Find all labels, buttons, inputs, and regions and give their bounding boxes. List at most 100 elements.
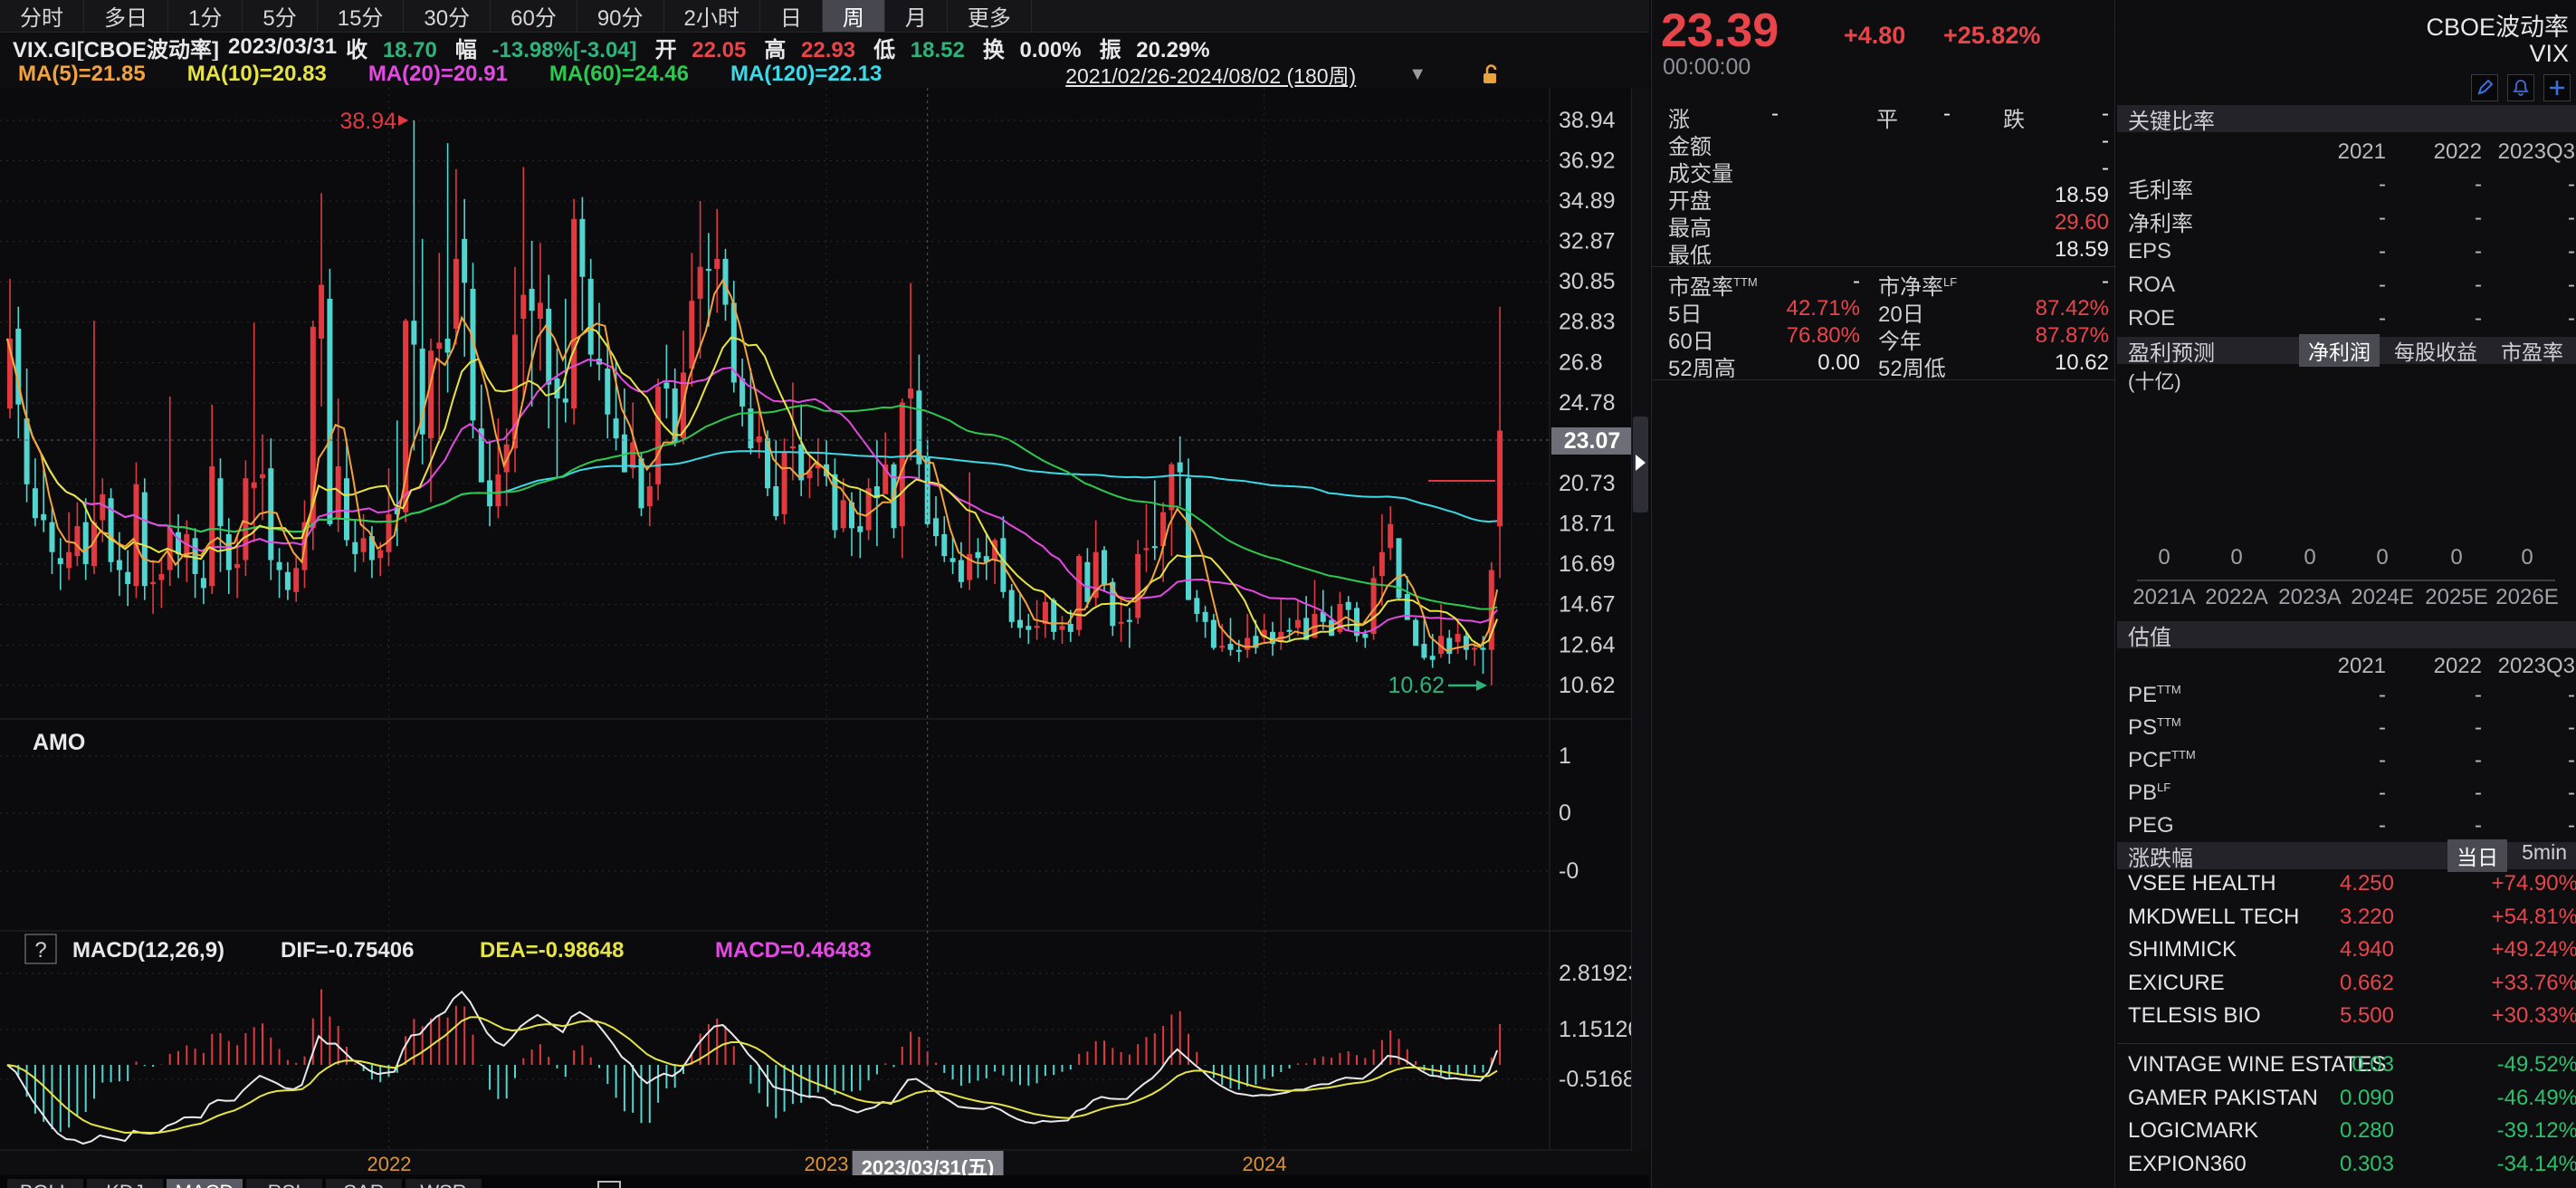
forecast-year-2025E: 2025E bbox=[2420, 585, 2493, 610]
mover-change: +49.24% bbox=[2492, 937, 2576, 963]
main-chart[interactable]: 38.9436.9234.8932.8730.8528.8326.824.782… bbox=[0, 88, 1649, 1151]
gainer-row[interactable]: EXICURE0.662+33.76% bbox=[2117, 967, 2576, 1000]
amo-axis-label: 1 bbox=[1559, 743, 1571, 769]
candlestick-macd-chart[interactable]: 38.9436.9234.8932.8730.8528.8326.824.782… bbox=[0, 88, 1649, 1151]
value-dash: - bbox=[2428, 781, 2482, 806]
price-axis-label: 34.89 bbox=[1559, 188, 1616, 214]
gainer-row[interactable]: MKDWELL TECH3.220+54.81% bbox=[2117, 901, 2576, 934]
instrument-actions bbox=[2471, 74, 2571, 101]
date-range-selector[interactable]: 2021/02/26-2024/08/02 (180周) ▼ bbox=[1065, 61, 1501, 88]
loser-row[interactable]: NUZEE INC0.060-33.48% bbox=[2117, 1181, 2576, 1188]
price-axis-label: 18.71 bbox=[1559, 512, 1616, 537]
lock-open-icon[interactable] bbox=[1479, 62, 1501, 87]
field-开: 开 22.05 bbox=[655, 32, 756, 63]
value-dash: - bbox=[2332, 748, 2386, 773]
value-dash: - bbox=[2521, 683, 2575, 708]
period-tab-更多[interactable]: 更多 bbox=[948, 0, 1032, 32]
mover-price: 0.060 bbox=[2280, 1184, 2394, 1188]
indicator-tab-WSR[interactable]: WSR bbox=[405, 1179, 482, 1188]
chevron-down-icon[interactable]: ▼ bbox=[1408, 64, 1426, 85]
gainer-row[interactable]: TELESIS BIO5.500+30.33% bbox=[2117, 1000, 2576, 1032]
value-dash: - bbox=[2521, 781, 2575, 806]
loser-row[interactable]: VINTAGE WINE ESTATES0.03-49.52% bbox=[2117, 1049, 2576, 1081]
indicator-tab-bar[interactable]: BOLL KDJ MACDRSI SARWSR bbox=[0, 1175, 1649, 1188]
add-plus-icon[interactable] bbox=[2543, 74, 2571, 101]
instrument-code: VIX bbox=[2529, 40, 2569, 68]
period-tab-5分[interactable]: 5分 bbox=[243, 0, 317, 32]
valuation-header: 估值 bbox=[2117, 621, 2576, 648]
edit-pencil-icon[interactable] bbox=[2471, 74, 2498, 101]
macd-title: MACD(12,26,9) bbox=[72, 938, 224, 963]
collapse-panel-handle[interactable] bbox=[1633, 417, 1648, 513]
period-tab-周[interactable]: 周 bbox=[823, 0, 885, 32]
hover-price-tag: 23.07 bbox=[1564, 428, 1621, 454]
period-tab-15分[interactable]: 15分 bbox=[318, 0, 405, 32]
value-dash: - bbox=[2332, 273, 2386, 298]
value-dash: - bbox=[2521, 715, 2575, 741]
indicator-tab-RSI[interactable]: RSI bbox=[246, 1179, 322, 1188]
value-dash: - bbox=[2332, 172, 2386, 197]
macd-value: MACD=0.46483 bbox=[715, 938, 872, 963]
value-dash: - bbox=[2332, 715, 2386, 741]
forecast-tab-净利润[interactable]: 净利润 bbox=[2299, 334, 2380, 367]
alert-bell-icon[interactable] bbox=[2507, 74, 2534, 101]
indicator-tab-BOLL[interactable]: BOLL bbox=[7, 1179, 83, 1188]
period-tab-月[interactable]: 月 bbox=[885, 0, 948, 32]
mover-change: -34.14% bbox=[2497, 1152, 2576, 1177]
ma-item: MA(5)=21.85 bbox=[18, 62, 146, 87]
loser-row[interactable]: EXPION3600.303-34.14% bbox=[2117, 1148, 2576, 1181]
loser-row[interactable]: LOGICMARK0.280-39.12% bbox=[2117, 1115, 2576, 1147]
forecast-year-2026E: 2026E bbox=[2491, 585, 2563, 610]
ma-line bbox=[7, 281, 1497, 651]
forecast-tab-市盈率[interactable]: 市盈率 bbox=[2492, 334, 2572, 367]
price-axis-label: 10.62 bbox=[1559, 673, 1616, 698]
macd-axis-label: 2.81923 bbox=[1559, 961, 1640, 986]
price-axis-label: 36.92 bbox=[1559, 148, 1616, 174]
gainer-row[interactable]: SHIMMICK4.940+49.24% bbox=[2117, 934, 2576, 966]
mover-price: 3.220 bbox=[2280, 905, 2394, 930]
period-tab-1分[interactable]: 1分 bbox=[168, 0, 243, 32]
price-axis-label: 16.69 bbox=[1559, 551, 1616, 577]
stats-row: 市盈率TTM-市净率LF- bbox=[1652, 269, 2116, 296]
quote-stats-table: 涨-平-跌-金额-成交量-开盘18.59最高29.60最低18.59市盈率TTM… bbox=[1652, 101, 2116, 382]
year-label-2024: 2024 bbox=[1243, 1153, 1287, 1176]
mover-name: NUZEE INC bbox=[2128, 1184, 2245, 1188]
stats-row: 60日76.80%今年87.87% bbox=[1652, 323, 2116, 350]
stats-divider bbox=[1652, 266, 2116, 267]
period-tab-多日[interactable]: 多日 bbox=[84, 0, 168, 32]
value-dash: - bbox=[2332, 239, 2386, 264]
indicator-settings-icon[interactable] bbox=[597, 1181, 621, 1188]
period-tab-分时[interactable]: 分时 bbox=[0, 0, 84, 32]
loser-row[interactable]: GAMER PAKISTAN0.090-46.49% bbox=[2117, 1082, 2576, 1115]
price-axis-label: 20.73 bbox=[1559, 471, 1616, 496]
period-tab-日[interactable]: 日 bbox=[760, 0, 823, 32]
period-tab-30分[interactable]: 30分 bbox=[404, 0, 491, 32]
value-dash: - bbox=[2521, 813, 2575, 838]
forecast-value-2021A: 0 bbox=[2137, 545, 2191, 570]
mover-change: -49.52% bbox=[2497, 1052, 2576, 1078]
date-range-text[interactable]: 2021/02/26-2024/08/02 (180周) bbox=[1065, 59, 1356, 90]
stats-row: 最高29.60 bbox=[1652, 210, 2116, 237]
forecast-year-2023A: 2023A bbox=[2274, 585, 2346, 610]
indicator-tab-SAR[interactable]: SAR bbox=[326, 1179, 402, 1188]
period-tab-90分[interactable]: 90分 bbox=[577, 0, 664, 32]
column-header-2023Q3: 2023Q3 bbox=[2448, 139, 2575, 165]
forecast-value-2023A: 0 bbox=[2283, 545, 2337, 570]
stats-row: 金额- bbox=[1652, 129, 2116, 156]
key-ratios-header: 关键比率 bbox=[2117, 105, 2576, 132]
stats-row: 52周高0.0052周低10.62 bbox=[1652, 350, 2116, 378]
value-dash: - bbox=[2521, 748, 2575, 773]
period-tab-2小时[interactable]: 2小时 bbox=[664, 0, 760, 32]
period-tab-60分[interactable]: 60分 bbox=[491, 0, 577, 32]
indicator-tab-KDJ[interactable]: KDJ bbox=[87, 1179, 163, 1188]
gainer-row[interactable]: VSEE HEALTH4.250+74.90% bbox=[2117, 867, 2576, 900]
indicator-tab-MACD[interactable]: MACD bbox=[167, 1179, 243, 1188]
forecast-value-2024E: 0 bbox=[2355, 545, 2409, 570]
mover-price: 0.662 bbox=[2280, 971, 2394, 996]
forecast-tab-每股收益[interactable]: 每股收益 bbox=[2385, 334, 2486, 367]
amo-pane-label: AMO bbox=[33, 730, 85, 755]
field-低: 低 18.52 bbox=[873, 32, 974, 63]
mover-name: EXICURE bbox=[2128, 971, 2225, 996]
value-dash: - bbox=[2332, 206, 2386, 231]
value-dash: - bbox=[2332, 306, 2386, 331]
